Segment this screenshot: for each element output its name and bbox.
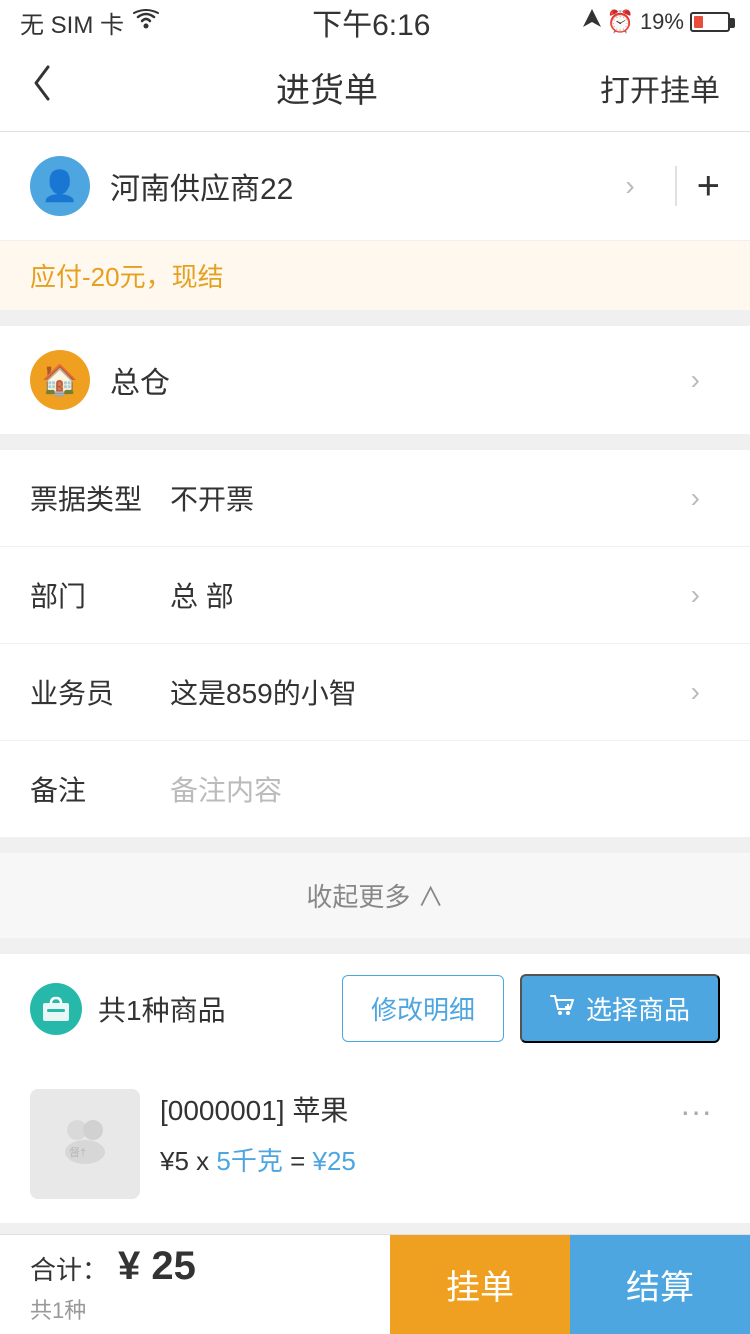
- salesperson-chevron-icon: ›: [691, 676, 700, 708]
- supplier-name: 河南供应商22: [110, 164, 625, 208]
- footer-total-row: 合计： ¥ 25: [30, 1244, 360, 1289]
- warehouse-row[interactable]: 🏠 总仓 ›: [0, 326, 750, 434]
- collapse-button[interactable]: 收起更多 ∧: [0, 853, 750, 938]
- page-title: 进货单: [276, 63, 378, 112]
- product-thumb-icon: 督†: [55, 1116, 115, 1173]
- form-value-invoice: 不开票: [170, 478, 691, 518]
- products-section: 共1种商品 修改明细 选择商品: [0, 954, 750, 1223]
- form-value-department: 总 部: [170, 575, 691, 615]
- product-code: [0000001]: [160, 1095, 285, 1126]
- product-thumbnail: 督†: [30, 1089, 140, 1199]
- cart-icon: [550, 993, 576, 1024]
- total-price: ¥25: [313, 1146, 356, 1176]
- products-count: 共1种商品: [98, 989, 326, 1029]
- edit-detail-button[interactable]: 修改明细: [342, 975, 504, 1042]
- footer-sub-label: 共1种: [30, 1293, 360, 1325]
- form-row-department[interactable]: 部门 总 部 ›: [0, 547, 750, 644]
- total-label: 合计：: [30, 1250, 108, 1287]
- location-icon: [583, 9, 601, 35]
- form-label-invoice: 票据类型: [30, 478, 170, 518]
- form-value-salesperson: 这是859的小智: [170, 672, 691, 712]
- form-label-remark: 备注: [30, 769, 170, 809]
- supplier-chevron-icon: ›: [625, 170, 634, 202]
- form-value-remark: 备注内容: [170, 769, 720, 809]
- products-header: 共1种商品 修改明细 选择商品: [0, 954, 750, 1063]
- svg-text:督†: 督†: [69, 1145, 86, 1159]
- select-product-label: 选择商品: [586, 990, 690, 1027]
- supplier-divider: [675, 166, 677, 206]
- footer: 合计： ¥ 25 共1种 挂单 结算: [0, 1234, 750, 1334]
- status-bar: 无 SIM 卡 下午6:16 ⏰ 19%: [0, 0, 750, 44]
- product-info: [0000001] 苹果 ¥5 x 5千克 = ¥25: [160, 1089, 652, 1178]
- products-icon: [30, 983, 82, 1035]
- form-row-invoice[interactable]: 票据类型 不开票 ›: [0, 450, 750, 547]
- content-area: 👤 河南供应商22 › + 应付-20元，现结 🏠 总仓 › 票据类型 不开票 …: [0, 132, 750, 1323]
- department-chevron-icon: ›: [691, 579, 700, 611]
- supplier-avatar: 👤: [30, 156, 90, 216]
- back-button[interactable]: [30, 63, 54, 112]
- warehouse-icon: 🏠: [30, 350, 90, 410]
- form-label-department: 部门: [30, 575, 170, 615]
- add-supplier-button[interactable]: +: [697, 166, 720, 206]
- product-item: 督† [0000001] 苹果 ¥5 x 5千克 = ¥25 ···: [0, 1065, 750, 1223]
- battery-percent: 19%: [640, 9, 684, 35]
- open-pending-button[interactable]: 打开挂单: [600, 66, 720, 110]
- status-time: 下午6:16: [312, 0, 430, 44]
- notice-bar: 应付-20元，现结: [0, 241, 750, 310]
- alarm-icon: ⏰: [607, 9, 634, 35]
- product-price: ¥5 x 5千克 = ¥25: [160, 1141, 652, 1178]
- form-row-salesperson[interactable]: 业务员 这是859的小智 ›: [0, 644, 750, 741]
- select-product-button[interactable]: 选择商品: [520, 974, 720, 1043]
- product-name: [0000001] 苹果: [160, 1089, 652, 1129]
- supplier-row[interactable]: 👤 河南供应商22 › +: [0, 132, 750, 241]
- status-right: ⏰ 19%: [583, 9, 730, 35]
- invoice-chevron-icon: ›: [691, 482, 700, 514]
- status-left: 无 SIM 卡: [20, 5, 160, 40]
- supplier-section: 👤 河南供应商22 › + 应付-20元，现结: [0, 132, 750, 310]
- total-amount: ¥ 25: [118, 1244, 196, 1289]
- form-row-remark[interactable]: 备注 备注内容: [0, 741, 750, 837]
- unit-price: ¥5: [160, 1146, 189, 1176]
- footer-total: 合计： ¥ 25 共1种: [0, 1235, 390, 1334]
- equals-sign: =: [290, 1146, 312, 1176]
- warehouse-chevron-icon: ›: [691, 364, 700, 396]
- quantity: 5千克: [216, 1146, 282, 1176]
- product-title: 苹果: [292, 1095, 348, 1126]
- avatar-icon: 👤: [41, 169, 78, 204]
- battery-icon: [690, 12, 730, 32]
- product-more-button[interactable]: ···: [672, 1089, 720, 1134]
- pending-button[interactable]: 挂单: [390, 1235, 570, 1334]
- form-section: 票据类型 不开票 › 部门 总 部 › 业务员 这是859的小智 › 备注 备注…: [0, 450, 750, 837]
- wifi-icon: [132, 8, 160, 36]
- settle-button[interactable]: 结算: [570, 1235, 750, 1334]
- notice-text: 应付-20元，现结: [30, 262, 224, 292]
- nav-bar: 进货单 打开挂单: [0, 44, 750, 132]
- multiply-sign: x: [196, 1146, 216, 1176]
- form-label-salesperson: 业务员: [30, 672, 170, 712]
- carrier-label: 无 SIM 卡: [20, 5, 124, 40]
- warehouse-name: 总仓: [110, 358, 691, 402]
